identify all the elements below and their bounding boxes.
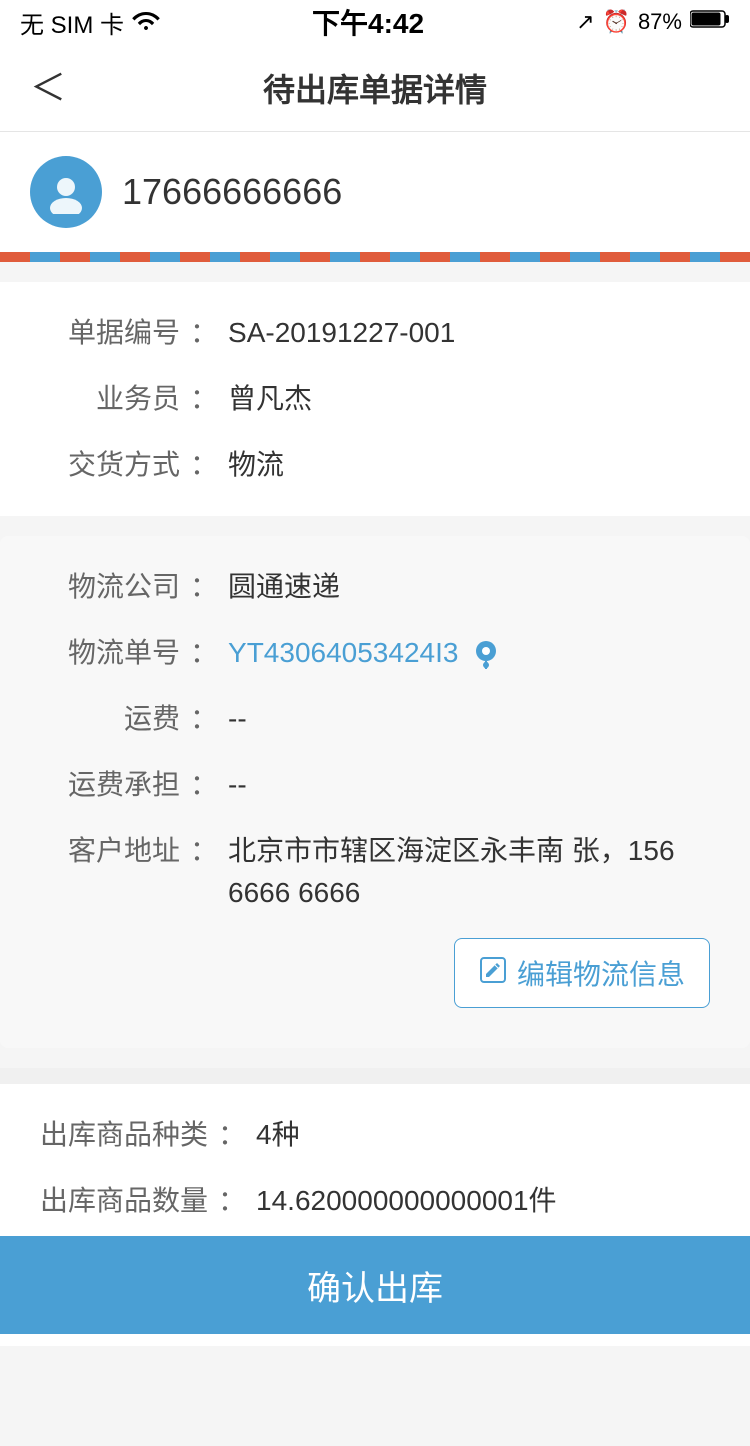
goods-types-value: 4种 (256, 1114, 710, 1156)
delivery-label: 交货方式 (40, 444, 180, 486)
freight-bearer-label: 运费承担 (40, 764, 180, 806)
goods-types-row: 出库商品种类 ： 4种 (40, 1114, 710, 1156)
salesperson-value: 曾凡杰 (228, 378, 710, 420)
doc-no-row: 单据编号 ： SA-20191227-001 (40, 312, 710, 354)
status-bar: 无 SIM 卡 下午4:42 ↗ ⏰ 87% (0, 0, 750, 44)
edit-logistics-button[interactable]: 编辑物流信息 (454, 938, 710, 1008)
delivery-row: 交货方式 ： 物流 (40, 444, 710, 486)
wifi-icon (132, 8, 160, 37)
section-separator (0, 1068, 750, 1084)
address-label: 客户地址 (40, 830, 180, 872)
address-value: 北京市市辖区海淀区永丰南 张，156 6666 6666 (228, 830, 710, 914)
freight-label: 运费 (40, 698, 180, 740)
address-row: 客户地址 ： 北京市市辖区海淀区永丰南 张，156 6666 6666 (40, 830, 710, 914)
goods-quantity-label: 出库商品数量 (40, 1180, 208, 1222)
battery-label: 87% (638, 9, 682, 35)
carrier-label: 无 SIM 卡 (20, 5, 124, 40)
location-icon: ↗ (576, 9, 594, 35)
tracking-value: YT43064053424I3 (228, 632, 710, 674)
freight-row: 运费 ： -- (40, 698, 710, 740)
doc-no-label: 单据编号 (40, 312, 180, 354)
confirm-button-label: 确认出库 (307, 1261, 443, 1310)
page-title: 待出库单据详情 (263, 65, 487, 111)
freight-bearer-value: -- (228, 764, 710, 806)
battery-icon (690, 9, 730, 35)
edit-logistics-label: 编辑物流信息 (517, 953, 685, 993)
freight-value: -- (228, 698, 710, 740)
confirm-button[interactable]: 确认出库 (0, 1236, 750, 1334)
goods-quantity-row: 出库商品数量 ： 14.620000000000001件 (40, 1180, 710, 1222)
tracking-label: 物流单号 (40, 632, 180, 674)
status-bar-left: 无 SIM 卡 (20, 5, 160, 40)
salesperson-row: 业务员 ： 曾凡杰 (40, 378, 710, 420)
status-bar-right: ↗ ⏰ 87% (576, 9, 730, 35)
decoration-bar (0, 252, 750, 262)
order-info-section: 单据编号 ： SA-20191227-001 业务员 ： 曾凡杰 交货方式 ： … (0, 282, 750, 516)
alarm-icon: ⏰ (603, 9, 630, 35)
salesperson-label: 业务员 (40, 378, 180, 420)
delivery-value: 物流 (228, 444, 710, 486)
goods-types-label: 出库商品种类 (40, 1114, 208, 1156)
status-bar-time: 下午4:42 (312, 2, 424, 42)
logistics-company-value: 圆通速递 (228, 566, 710, 608)
back-button[interactable]: ＜ (30, 70, 66, 106)
freight-bearer-row: 运费承担 ： -- (40, 764, 710, 806)
logistics-company-row: 物流公司 ： 圆通速递 (40, 566, 710, 608)
customer-header: 17666666666 (0, 132, 750, 252)
logistics-section: 物流公司 ： 圆通速递 物流单号 ： YT43064053424I3 运 (0, 536, 750, 1048)
logistics-company-label: 物流公司 (40, 566, 180, 608)
edit-logistics-row: 编辑物流信息 (40, 938, 710, 1018)
customer-phone: 17666666666 (122, 171, 342, 213)
goods-quantity-value: 14.620000000000001件 (256, 1180, 710, 1222)
location-icon[interactable] (468, 635, 504, 671)
tracking-row: 物流单号 ： YT43064053424I3 (40, 632, 710, 674)
edit-icon (479, 956, 507, 991)
nav-bar: ＜ 待出库单据详情 (0, 44, 750, 132)
avatar (30, 156, 102, 228)
doc-no-value: SA-20191227-001 (228, 312, 710, 354)
